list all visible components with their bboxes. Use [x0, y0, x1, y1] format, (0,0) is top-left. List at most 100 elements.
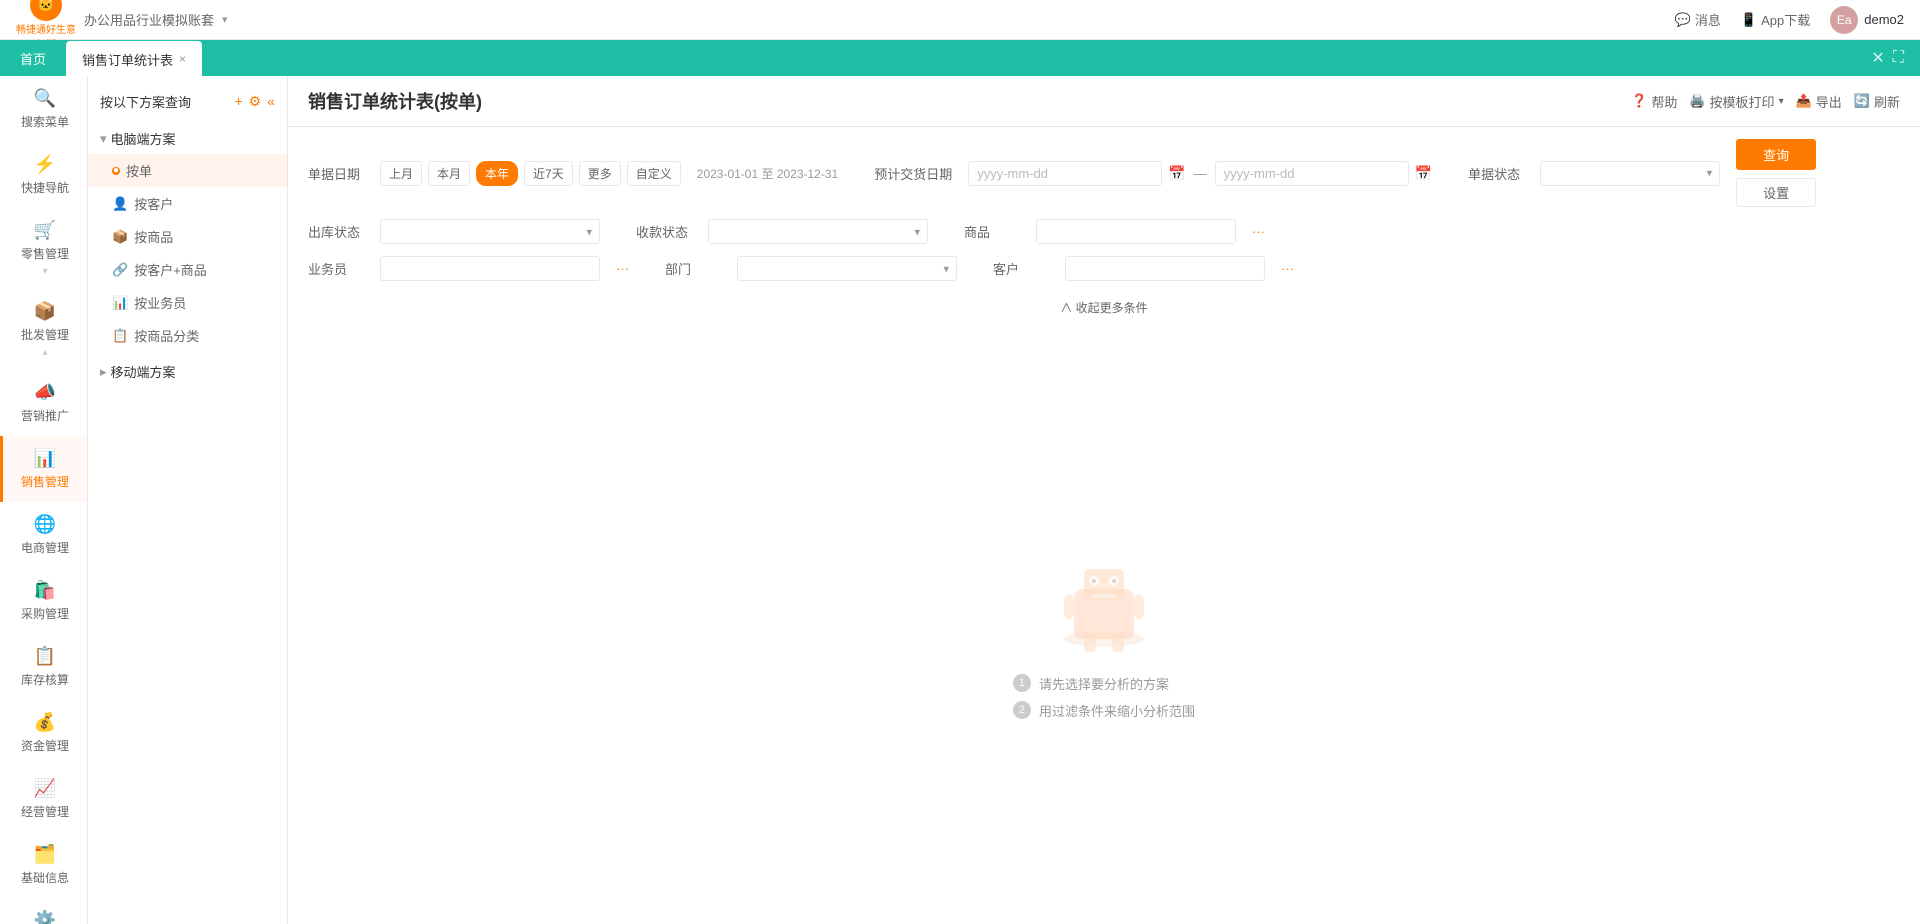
payment-status-select[interactable]	[708, 219, 928, 244]
print-button[interactable]: 🖨️ 按模板打印 ▾	[1689, 92, 1783, 111]
sidebar-item-ecommerce[interactable]: 🌐 电商管理	[0, 502, 87, 568]
scheme-section-mobile-header[interactable]: ▸ 移动端方案	[88, 356, 287, 387]
scheme-item-label: 按单	[126, 161, 152, 180]
sidebar-item-basic-info[interactable]: 🗂️ 基础信息	[0, 832, 87, 898]
scheme-section-mobile-label: 移动端方案	[111, 362, 176, 381]
app-title: 办公用品行业模拟账套	[84, 10, 214, 29]
filter-row-1: 单据日期 上月 本月 本年 近7天 更多 自定义 2023-01-01 至 20…	[308, 139, 1900, 207]
scheme-panel-header: 按以下方案查询 + ⚙ «	[88, 84, 287, 119]
filter-area: 单据日期 上月 本月 本年 近7天 更多 自定义 2023-01-01 至 20…	[288, 127, 1920, 334]
collapse-button[interactable]: ∧ 收起更多条件	[1060, 301, 1147, 315]
scheme-panel-actions: + ⚙ «	[234, 93, 275, 110]
customer-input[interactable]	[1065, 256, 1265, 281]
product-icon: 📦	[112, 229, 128, 245]
scheme-item-label: 按商品	[134, 227, 173, 246]
date-separator: —	[1194, 166, 1207, 181]
product-ellipsis-icon[interactable]: ···	[1252, 224, 1265, 239]
date-filter-group: 上月 本月 本年 近7天 更多 自定义	[380, 161, 681, 186]
hint-num-2: 2	[1013, 701, 1031, 719]
sidebar-item-marketing[interactable]: 📣 营销推广	[0, 370, 87, 436]
query-button[interactable]: 查询	[1736, 139, 1816, 170]
scheme-item-by-order[interactable]: ● 按单	[88, 154, 287, 187]
sidebar-item-label: 批发管理	[21, 326, 69, 343]
scheme-item-by-salesperson[interactable]: 📊 按业务员	[88, 286, 287, 319]
sidebar-item-label: 基础信息	[21, 869, 69, 886]
message-icon: 💬	[1675, 12, 1691, 28]
sidebar-item-purchase[interactable]: 🛍️ 采购管理	[0, 568, 87, 634]
download-icon: 📱	[1741, 12, 1757, 28]
message-button[interactable]: 💬 消息	[1675, 10, 1721, 29]
expected-date-range: 📅 — 📅	[968, 161, 1432, 186]
page-header: 销售订单统计表(按单) ❓ 帮助 🖨️ 按模板打印 ▾ 📤 导出	[288, 76, 1920, 127]
scheme-section-pc-header[interactable]: ▾ 电脑端方案	[88, 123, 287, 154]
tabbar: 首页 销售订单统计表 × ✕ ⛶	[0, 40, 1920, 76]
date-btn-this-month[interactable]: 本月	[428, 161, 470, 186]
sidebar-item-label: 采购管理	[21, 605, 69, 622]
sidebar-item-inventory[interactable]: 📋 库存核算	[0, 634, 87, 700]
app-title-dropdown-icon[interactable]: ▾	[222, 13, 228, 26]
sidebar-item-label: 经营管理	[21, 803, 69, 820]
sidebar-item-sales[interactable]: 📊 销售管理	[0, 436, 87, 502]
settings-scheme-button[interactable]: ⚙	[249, 93, 262, 110]
window-maximize-icon[interactable]: ⛶	[1893, 49, 1904, 67]
help-button[interactable]: ❓ 帮助	[1631, 92, 1677, 111]
tab-close-icon[interactable]: ×	[179, 52, 186, 66]
purchase-icon: 🛍️	[34, 580, 56, 601]
doc-status-select[interactable]	[1540, 161, 1720, 186]
chevron-down-icon: ▾	[42, 266, 47, 277]
export-button[interactable]: 📤 导出	[1796, 92, 1842, 111]
salesperson-icon: 📊	[112, 295, 128, 311]
window-close-icon[interactable]: ✕	[1871, 48, 1884, 68]
scheme-item-by-product[interactable]: 📦 按商品	[88, 220, 287, 253]
product-input[interactable]	[1036, 219, 1236, 244]
ecommerce-icon: 🌐	[34, 514, 56, 535]
date-btn-this-year[interactable]: 本年	[476, 161, 518, 186]
collapse-bar: ∧ 收起更多条件	[308, 293, 1900, 322]
department-select[interactable]	[737, 256, 957, 281]
export-icon: 📤	[1796, 93, 1812, 109]
sidebar-item-wholesale[interactable]: 📦 批发管理 ▴	[0, 289, 87, 370]
customer-ellipsis-icon[interactable]: ···	[1281, 261, 1294, 276]
salesperson-ellipsis-icon[interactable]: ···	[616, 261, 629, 276]
system-icon: ⚙️	[34, 910, 56, 924]
tab-sales-stats[interactable]: 销售订单统计表 ×	[66, 41, 202, 77]
empty-area: 1 请先选择要分析的方案 2 用过滤条件来缩小分析范围	[288, 334, 1920, 924]
operations-icon: 📈	[34, 778, 56, 799]
content-area: 按以下方案查询 + ⚙ « ▾ 电脑端方案 ● 按单 👤 按客	[88, 76, 1920, 924]
sidebar-item-finance[interactable]: 💰 资金管理	[0, 700, 87, 766]
sidebar-item-label: 销售管理	[21, 473, 69, 490]
date-label: 单据日期	[308, 164, 364, 183]
sidebar-item-quick-nav[interactable]: ⚡ 快捷导航	[0, 142, 87, 208]
avatar: Ea	[1830, 6, 1858, 34]
empty-hint-2: 2 用过滤条件来缩小分析范围	[1013, 701, 1195, 720]
collapse-scheme-button[interactable]: «	[267, 93, 275, 110]
scheme-item-by-customer[interactable]: 👤 按客户	[88, 187, 287, 220]
refresh-button[interactable]: 🔄 刷新	[1854, 92, 1900, 111]
scheme-item-by-customer-product[interactable]: 🔗 按客户+商品	[88, 253, 287, 286]
date-btn-last-7days[interactable]: 近7天	[524, 161, 573, 186]
date-btn-last-month[interactable]: 上月	[380, 161, 422, 186]
app-download-button[interactable]: 📱 App下载	[1741, 10, 1810, 29]
action-col: 查询 设置	[1736, 139, 1816, 207]
sidebar-item-operations[interactable]: 📈 经营管理	[0, 766, 87, 832]
sidebar-item-search-menu[interactable]: 🔍 搜索菜单	[0, 76, 87, 142]
expected-date-from[interactable]	[968, 161, 1162, 186]
scheme-item-by-category[interactable]: 📋 按商品分类	[88, 319, 287, 352]
sidebar-item-retail[interactable]: 🛒 零售管理 ▾	[0, 208, 87, 289]
settings-button[interactable]: 设置	[1736, 178, 1816, 207]
date-btn-more[interactable]: 更多	[579, 161, 621, 186]
date-btn-custom[interactable]: 自定义	[627, 161, 681, 186]
product-label: 商品	[964, 222, 1020, 241]
scheme-item-label: 按商品分类	[134, 326, 199, 345]
tab-home[interactable]: 首页	[0, 40, 66, 76]
salesperson-label: 业务员	[308, 259, 364, 278]
ship-status-select[interactable]	[380, 219, 600, 244]
search-menu-icon: 🔍	[34, 88, 56, 109]
user-area[interactable]: Ea demo2	[1830, 6, 1904, 34]
salesperson-input[interactable]	[380, 256, 600, 281]
add-scheme-button[interactable]: +	[234, 93, 242, 110]
expected-date-to[interactable]	[1215, 161, 1409, 186]
tab-label: 销售订单统计表	[82, 50, 173, 69]
ship-status-select-wrap	[380, 219, 600, 244]
sidebar-item-system[interactable]: ⚙️ 系统管理	[0, 898, 87, 924]
